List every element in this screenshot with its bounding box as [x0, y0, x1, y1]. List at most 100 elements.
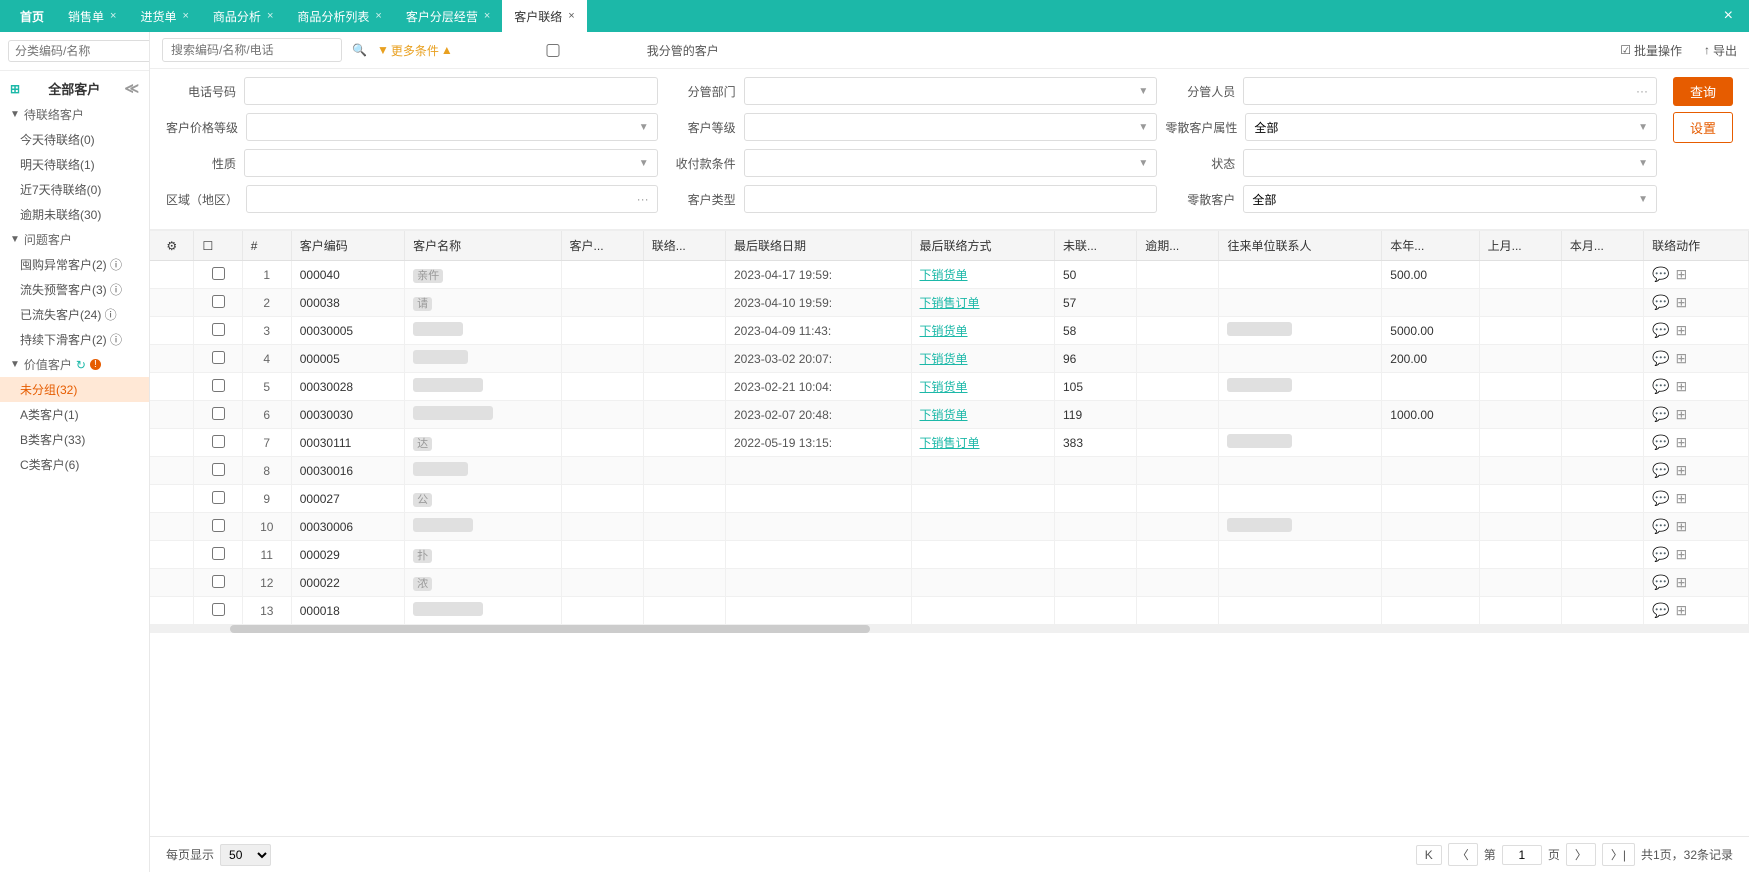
last-method-cell[interactable]: [911, 597, 1054, 625]
sidebar-item-today[interactable]: 今天待联络(0): [0, 127, 149, 152]
horizontal-scrollbar[interactable]: [150, 625, 1749, 633]
settings-cell[interactable]: [150, 513, 194, 541]
close-all-icon[interactable]: ×: [1716, 7, 1741, 25]
filter-price-level-select[interactable]: ▼: [246, 113, 658, 141]
settings-cell[interactable]: [150, 289, 194, 317]
sidebar-item-declining[interactable]: 持续下滑客户(2) ⓘ: [0, 327, 149, 352]
type-column-header[interactable]: 客户...: [561, 231, 643, 261]
last-method-column-header[interactable]: 最后联络方式: [911, 231, 1054, 261]
settings-cell[interactable]: [150, 569, 194, 597]
nav-customer-contact[interactable]: 客户联络 ×: [502, 0, 586, 32]
row-checkbox[interactable]: [212, 407, 225, 420]
grid-action-icon[interactable]: ⊞: [1676, 350, 1688, 367]
filter-region-input[interactable]: ···: [246, 185, 658, 213]
check-cell[interactable]: [194, 429, 242, 457]
grid-action-icon[interactable]: ⊞: [1676, 406, 1688, 423]
collapse-icon[interactable]: ≪: [124, 80, 139, 97]
last-method-cell[interactable]: 下销货单: [911, 261, 1054, 289]
search-input[interactable]: [162, 38, 342, 62]
filter-nature-select[interactable]: ▼: [244, 149, 658, 177]
chat-icon[interactable]: 💬: [1652, 462, 1669, 479]
grid-action-icon[interactable]: ⊞: [1676, 378, 1688, 395]
sidebar-item-ungrouped[interactable]: 未分组(32): [0, 377, 149, 402]
sidebar-item-tomorrow[interactable]: 明天待联络(1): [0, 152, 149, 177]
row-checkbox[interactable]: [212, 463, 225, 476]
check-cell[interactable]: [194, 261, 242, 289]
row-checkbox[interactable]: [212, 323, 225, 336]
sidebar-group-problem[interactable]: ▼ 问题客户: [0, 227, 149, 252]
overdue-column-header[interactable]: 逾期...: [1137, 231, 1219, 261]
last-method-cell[interactable]: [911, 513, 1054, 541]
last-date-column-header[interactable]: 最后联络日期: [726, 231, 912, 261]
close-icon[interactable]: ×: [182, 10, 188, 22]
check-column-header[interactable]: ☐: [194, 231, 242, 261]
first-page-button[interactable]: K: [1416, 845, 1442, 865]
filter-department-select[interactable]: ▼: [744, 77, 1158, 105]
chat-icon[interactable]: 💬: [1652, 322, 1669, 339]
settings-cell[interactable]: [150, 373, 194, 401]
page-input[interactable]: [1502, 845, 1542, 865]
close-icon[interactable]: ×: [375, 10, 381, 22]
grid-action-icon[interactable]: ⊞: [1676, 434, 1688, 451]
settings-cell[interactable]: [150, 429, 194, 457]
my-customers-checkbox[interactable]: [463, 44, 643, 57]
last-page-button[interactable]: 〉|: [1602, 843, 1635, 866]
row-checkbox[interactable]: [212, 267, 225, 280]
filter-status-select[interactable]: ▼: [1243, 149, 1657, 177]
check-cell[interactable]: [194, 485, 242, 513]
reset-button[interactable]: 设置: [1673, 112, 1733, 143]
year-amount-column-header[interactable]: 本年...: [1382, 231, 1479, 261]
sidebar-item-class-a[interactable]: A类客户(1): [0, 402, 149, 427]
chat-icon[interactable]: 💬: [1652, 406, 1669, 423]
contact-person-column-header[interactable]: 往来单位联系人: [1219, 231, 1382, 261]
sidebar-item-churned[interactable]: 已流失客户(24) ⓘ: [0, 302, 149, 327]
last-method-cell[interactable]: [911, 569, 1054, 597]
chat-icon[interactable]: 💬: [1652, 378, 1669, 395]
nav-home[interactable]: 首页: [8, 0, 56, 32]
last-method-cell[interactable]: 下销售订单: [911, 289, 1054, 317]
batch-operation-button[interactable]: ☑ 批量操作: [1620, 42, 1682, 59]
more-conditions-button[interactable]: ▼ 更多条件 ▲: [377, 42, 453, 59]
sidebar-group-pending[interactable]: ▼ 待联络客户: [0, 102, 149, 127]
check-cell[interactable]: [194, 345, 242, 373]
chat-icon[interactable]: 💬: [1652, 490, 1669, 507]
row-checkbox[interactable]: [212, 575, 225, 588]
settings-cell[interactable]: [150, 401, 194, 429]
close-icon[interactable]: ×: [484, 10, 490, 22]
last-method-cell[interactable]: [911, 485, 1054, 513]
nav-product-analysis[interactable]: 商品分析 ×: [201, 0, 285, 32]
last-method-cell[interactable]: 下销货单: [911, 317, 1054, 345]
filter-retail-attr-select[interactable]: 全部 ▼: [1245, 113, 1657, 141]
chat-icon[interactable]: 💬: [1652, 602, 1669, 619]
filter-retail-customer-select[interactable]: 全部 ▼: [1243, 185, 1657, 213]
row-checkbox[interactable]: [212, 351, 225, 364]
settings-cell[interactable]: [150, 261, 194, 289]
check-cell[interactable]: [194, 373, 242, 401]
per-page-select[interactable]: 50 100 200: [220, 844, 271, 866]
chat-icon[interactable]: 💬: [1652, 434, 1669, 451]
row-checkbox[interactable]: [212, 379, 225, 392]
chat-icon[interactable]: 💬: [1652, 294, 1669, 311]
grid-action-icon[interactable]: ⊞: [1676, 546, 1688, 563]
close-icon[interactable]: ×: [110, 10, 116, 22]
filter-customer-type-input[interactable]: [744, 185, 1158, 213]
this-month-column-header[interactable]: 本月...: [1561, 231, 1643, 261]
check-cell[interactable]: [194, 401, 242, 429]
sidebar-item-churn-warn[interactable]: 流失预警客户(3) ⓘ: [0, 277, 149, 302]
sidebar-item-class-c[interactable]: C类客户(6): [0, 452, 149, 477]
check-cell[interactable]: [194, 457, 242, 485]
check-cell[interactable]: [194, 513, 242, 541]
grid-action-icon[interactable]: ⊞: [1676, 602, 1688, 619]
next-page-button[interactable]: 〉: [1566, 843, 1596, 866]
row-checkbox[interactable]: [212, 603, 225, 616]
name-column-header[interactable]: 客户名称: [405, 231, 561, 261]
last-month-column-header[interactable]: 上月...: [1479, 231, 1561, 261]
sidebar-group-value[interactable]: ▼ 价值客户 ↻ !: [0, 352, 149, 377]
settings-cell[interactable]: [150, 457, 194, 485]
sidebar-item-abnormal[interactable]: 囤购异常客户(2) ⓘ: [0, 252, 149, 277]
last-method-cell[interactable]: [911, 541, 1054, 569]
grid-action-icon[interactable]: ⊞: [1676, 490, 1688, 507]
settings-column-header[interactable]: ⚙: [150, 231, 194, 261]
nav-product-analysis-list[interactable]: 商品分析列表 ×: [285, 0, 393, 32]
settings-cell[interactable]: [150, 485, 194, 513]
